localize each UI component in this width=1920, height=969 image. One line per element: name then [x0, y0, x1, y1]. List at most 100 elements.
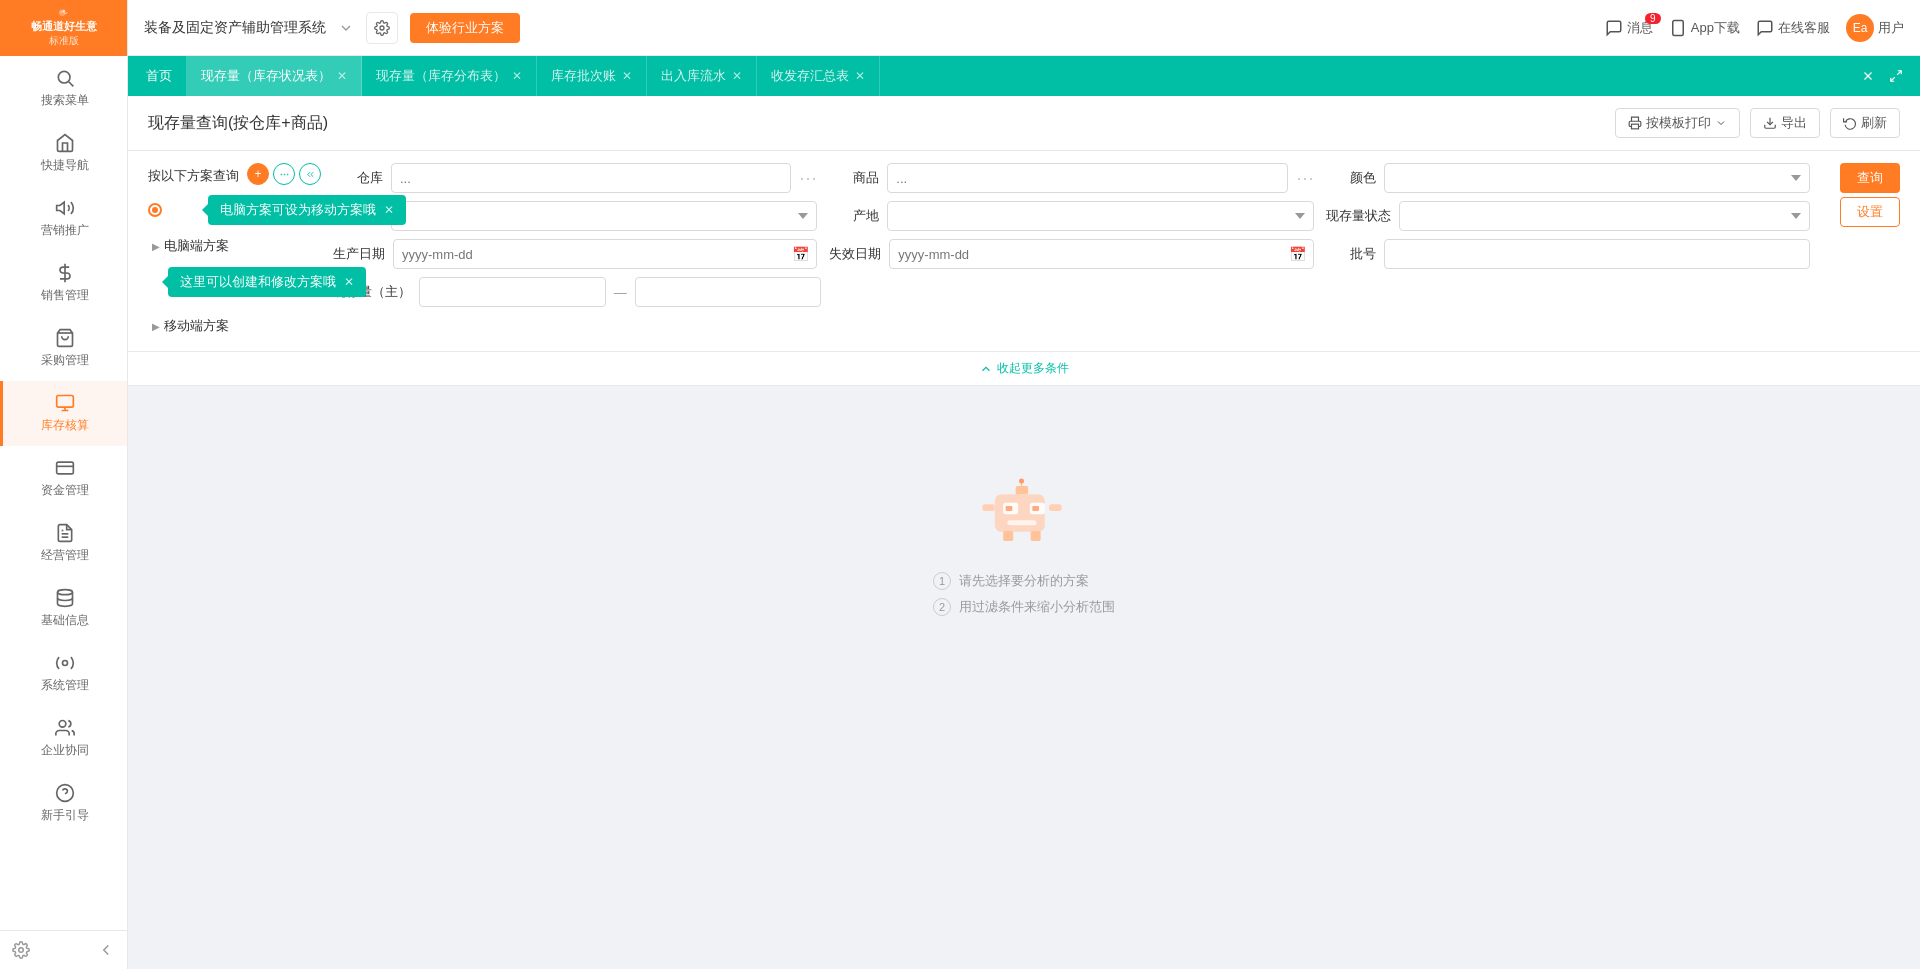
- goods-input[interactable]: [887, 163, 1287, 193]
- app-download-label: App下载: [1691, 19, 1740, 37]
- color-select[interactable]: [1384, 163, 1810, 193]
- tab-inout[interactable]: 出入库流水 ✕: [647, 56, 757, 96]
- tab-expand[interactable]: [1884, 64, 1908, 88]
- user-avatar: Ea: [1846, 14, 1874, 42]
- sidebar: 畅通道好生意 标准版 搜索菜单 快捷导航 营销推广 销售管理 采购管理 库存核算: [0, 0, 128, 969]
- produce-date-input[interactable]: [393, 239, 817, 269]
- tooltip2-close[interactable]: ✕: [344, 275, 354, 289]
- sidebar-item-operations[interactable]: 经营管理: [0, 511, 127, 576]
- svg-point-0: [58, 9, 65, 16]
- collapse-sidebar-icon[interactable]: [97, 941, 115, 959]
- batch-label: 批号: [1326, 245, 1376, 263]
- sidebar-item-system[interactable]: 系统管理: [0, 641, 127, 706]
- add-scheme-btn[interactable]: +: [247, 163, 269, 185]
- sidebar-item-sales[interactable]: 销售管理: [0, 251, 127, 316]
- sidebar-item-marketing[interactable]: 营销推广: [0, 186, 127, 251]
- sidebar-item-base[interactable]: 基础信息: [0, 576, 127, 641]
- filter-settings-btn[interactable]: 设置: [1840, 197, 1900, 227]
- range-sep: —: [610, 285, 631, 300]
- sidebar-item-search-label: 搜索菜单: [41, 92, 89, 109]
- page-title: 现存量查询(按仓库+商品): [148, 113, 328, 134]
- scheme-item-desktop[interactable]: ▶ 电脑端方案: [152, 233, 333, 259]
- tab-home[interactable]: 首页: [132, 56, 187, 96]
- filter-header: 按以下方案查询 +: [148, 163, 333, 185]
- online-support-btn[interactable]: 在线客服: [1756, 19, 1830, 37]
- batch-input[interactable]: [1384, 239, 1810, 269]
- goods-label: 商品: [829, 169, 879, 187]
- filter-actions: +: [247, 163, 321, 185]
- collapse-bar[interactable]: 收起更多条件: [128, 352, 1920, 386]
- sidebar-item-finance[interactable]: 资金管理: [0, 446, 127, 511]
- inventory-min-input[interactable]: [419, 277, 606, 307]
- tab-recv[interactable]: 收发存汇总表 ✕: [757, 56, 880, 96]
- tab-inventory-status[interactable]: 现存量（库存状况表） ✕: [187, 56, 362, 96]
- scheme-list-mobile: ▶ 移动端方案: [152, 313, 333, 339]
- scheme-item-mobile[interactable]: ▶ 移动端方案: [152, 313, 333, 339]
- sidebar-item-quicknav[interactable]: 快捷导航: [0, 121, 127, 186]
- system-selector[interactable]: [338, 20, 354, 36]
- svg-line-24: [1891, 77, 1895, 81]
- user-label: 用户: [1878, 19, 1904, 37]
- svg-point-17: [19, 948, 24, 953]
- tab-inout-label: 出入库流水: [661, 67, 726, 85]
- inventory-status-select[interactable]: [1399, 201, 1810, 231]
- refresh-button[interactable]: 刷新: [1830, 108, 1900, 138]
- svg-rect-7: [57, 396, 74, 408]
- sidebar-item-inventory[interactable]: 库存核算: [0, 381, 127, 446]
- produce-cal-icon[interactable]: 📅: [792, 246, 809, 262]
- produce-date-wrap: 📅: [393, 239, 817, 269]
- goods-dots[interactable]: ⋯: [1296, 167, 1314, 189]
- user-menu[interactable]: Ea 用户: [1846, 14, 1904, 42]
- expire-cal-icon[interactable]: 📅: [1289, 246, 1306, 262]
- tooltip-scheme-mobile: 电脑方案可设为移动方案哦 ✕: [208, 195, 406, 225]
- sidebar-item-purchase[interactable]: 采购管理: [0, 316, 127, 381]
- sidebar-item-inventory-label: 库存核算: [41, 417, 89, 434]
- search-button[interactable]: 查询: [1840, 163, 1900, 193]
- inventory-max-input[interactable]: [635, 277, 822, 307]
- settings-icon[interactable]: [12, 941, 30, 959]
- tab-close-all[interactable]: [1856, 64, 1880, 88]
- origin-select[interactable]: [887, 201, 1313, 231]
- logo-text: 畅通道好生意: [31, 19, 97, 34]
- export-button[interactable]: 导出: [1750, 108, 1820, 138]
- svg-line-23: [1897, 71, 1901, 75]
- tab-inventory-dist-close[interactable]: ✕: [512, 70, 522, 82]
- sidebar-item-guide[interactable]: 新手引导: [0, 771, 127, 836]
- warehouse-input[interactable]: [391, 163, 791, 193]
- size-select[interactable]: [391, 201, 817, 231]
- back-btn[interactable]: [299, 163, 321, 185]
- sidebar-item-search[interactable]: 搜索菜单: [0, 56, 127, 121]
- warehouse-dots[interactable]: ⋯: [799, 167, 817, 189]
- tab-inout-close[interactable]: ✕: [732, 70, 742, 82]
- right-filter-content: 仓库 ⋯ 商品 ⋯ 颜色: [333, 163, 1900, 315]
- tooltip1-close[interactable]: ✕: [384, 203, 394, 217]
- tab-recv-close[interactable]: ✕: [855, 70, 865, 82]
- expire-date-label: 失效日期: [829, 245, 881, 263]
- header-right: 消息 9 App下载 在线客服 Ea 用户: [1605, 14, 1904, 42]
- edit-scheme-btn[interactable]: [273, 163, 295, 185]
- filter-row-4: 现存量（主） —: [333, 277, 1810, 307]
- empty-illustration: [974, 466, 1074, 556]
- produce-date-label: 生产日期: [333, 245, 385, 263]
- svg-rect-36: [1016, 486, 1028, 494]
- tab-inventory-status-close[interactable]: ✕: [337, 70, 347, 82]
- sidebar-item-base-label: 基础信息: [41, 612, 89, 629]
- tip-text-2: 用过滤条件来缩小分析范围: [959, 598, 1115, 616]
- svg-line-3: [69, 82, 74, 87]
- tab-batch-close[interactable]: ✕: [622, 70, 632, 82]
- print-button[interactable]: 按模板打印: [1615, 108, 1740, 138]
- tip-num-1: 1: [933, 572, 951, 590]
- sidebar-item-collab[interactable]: 企业协同: [0, 706, 127, 771]
- tab-inventory-dist[interactable]: 现存量（库存分布表） ✕: [362, 56, 537, 96]
- svg-marker-4: [57, 202, 64, 214]
- field-expire-date: 失效日期 📅: [829, 239, 1313, 269]
- message-btn[interactable]: 消息 9: [1605, 19, 1653, 37]
- sidebar-item-operations-label: 经营管理: [41, 547, 89, 564]
- header-settings-btn[interactable]: [366, 12, 398, 44]
- tab-batch-label: 库存批次账: [551, 67, 616, 85]
- expire-date-input[interactable]: [889, 239, 1313, 269]
- scheme-mobile-label: 移动端方案: [164, 317, 229, 335]
- app-download-btn[interactable]: App下载: [1669, 19, 1740, 37]
- tab-batch[interactable]: 库存批次账 ✕: [537, 56, 647, 96]
- trial-button[interactable]: 体验行业方案: [410, 13, 520, 43]
